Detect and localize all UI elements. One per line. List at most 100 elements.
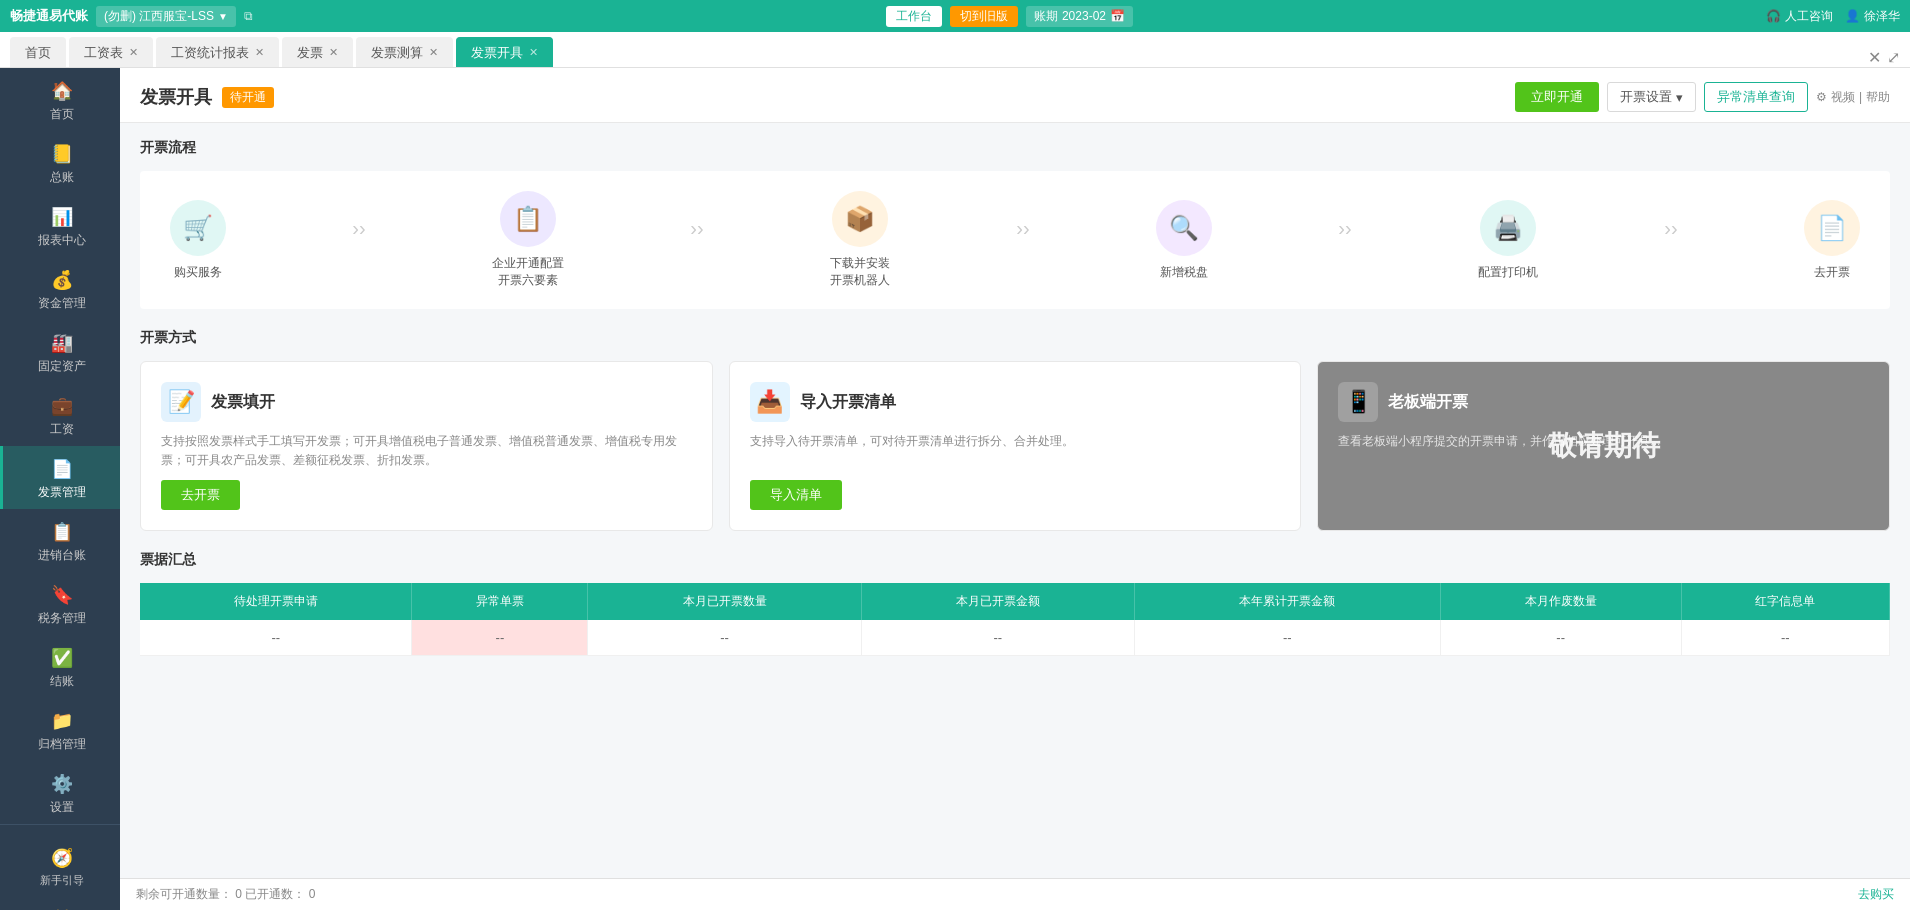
footer-info: 剩余可开通数量： 0 已开通数： 0 [136, 886, 315, 903]
remaining-label: 剩余可开通数量： [136, 887, 232, 901]
tab-invoice-tool[interactable]: 发票开具 ✕ [456, 37, 553, 67]
flow-step-add-tax[interactable]: 🔍 新增税盘 [1156, 200, 1212, 281]
tab-salary-table[interactable]: 工资表 ✕ [69, 37, 153, 67]
company-selector[interactable]: (勿删) 江西服宝-LSS ▼ [96, 6, 236, 27]
flow-step-config[interactable]: 📋 企业开通配置开票六要素 [492, 191, 564, 289]
cell-year-amount: -- [1134, 620, 1440, 656]
expand-icon[interactable]: ⤢ [1887, 48, 1900, 67]
close-all-icon[interactable]: ✕ [1868, 48, 1881, 67]
sidebar-label-fund: 资金管理 [38, 295, 86, 312]
sidebar-item-tax[interactable]: 🔖 税务管理 [0, 572, 120, 635]
sidebar-item-invoice-mgmt[interactable]: 📄 发票管理 [0, 446, 120, 509]
view-label: 视频 [1831, 89, 1855, 106]
user-icon: 👤 [1845, 9, 1860, 23]
tab-salary-table-close-icon[interactable]: ✕ [129, 46, 138, 59]
summary-header-row: 待处理开票申请 异常单票 本月已开票数量 本月已开票金额 本年累计开票金额 本月… [140, 583, 1890, 620]
goto-buy-link[interactable]: 去购买 [1858, 887, 1894, 901]
boss-title-row: 📱 老板端开票 [1338, 382, 1869, 422]
settlement-icon: ✅ [51, 647, 73, 669]
workspace-button[interactable]: 工作台 [886, 6, 942, 27]
sidebar-item-report[interactable]: 📊 报表中心 [0, 194, 120, 257]
content-body: 开票流程 🛒 购买服务 ›› 📋 企业开通配置开票六要素 ›› 📦 下载 [120, 123, 1910, 692]
flow-step-buy-service[interactable]: 🛒 购买服务 [170, 200, 226, 281]
tab-invoice-calc-label: 发票测算 [371, 44, 423, 62]
flow-step-download[interactable]: 📦 下载并安装开票机器人 [830, 191, 890, 289]
fund-icon: 💰 [51, 269, 73, 291]
page-header: 发票开具 待开通 立即开通 开票设置 ▾ 异常清单查询 ⚙ 视频 | 帮助 [120, 68, 1910, 123]
abnormal-list-button[interactable]: 异常清单查询 [1704, 82, 1808, 112]
manual-go-button[interactable]: 去开票 [161, 480, 240, 510]
sidebar-item-settlement[interactable]: ✅ 结账 [0, 635, 120, 698]
settings-circle-icon: ⚙ [1816, 90, 1827, 104]
make-invoice-icon: 📄 [1804, 200, 1860, 256]
sidebar-item-purchase[interactable]: 📋 进销台账 [0, 509, 120, 572]
page-footer: 剩余可开通数量： 0 已开通数： 0 去购买 [120, 878, 1910, 910]
sidebar-label-guide: 新手引导 [40, 873, 84, 888]
flow-section: 开票流程 🛒 购买服务 ›› 📋 企业开通配置开票六要素 ›› 📦 下载 [140, 139, 1890, 309]
manual-card-desc: 支持按照发票样式手工填写开发票；可开具增值税电子普通发票、增值税普通发票、增值税… [161, 432, 692, 470]
tab-invoice[interactable]: 发票 ✕ [282, 37, 353, 67]
switch-old-button[interactable]: 切到旧版 [950, 6, 1018, 27]
sidebar-item-member[interactable]: 👑 畅会员 [0, 896, 120, 910]
manual-title-row: 📝 发票填开 [161, 382, 692, 422]
print-icon: 🖨️ [1480, 200, 1536, 256]
sidebar-item-guide[interactable]: 🧭 新手引导 [0, 835, 120, 896]
sidebar-label-tax: 税务管理 [38, 610, 86, 627]
col-month-count: 本月已开票数量 [588, 583, 861, 620]
home-icon: 🏠 [51, 80, 73, 102]
tab-salary-report-close-icon[interactable]: ✕ [255, 46, 264, 59]
ledger-icon: 📒 [51, 143, 73, 165]
import-card-title: 导入开票清单 [800, 392, 896, 413]
add-tax-icon: 🔍 [1156, 200, 1212, 256]
top-bar: 畅捷通易代账 (勿删) 江西服宝-LSS ▼ ⧉ 工作台 切到旧版 账期 202… [0, 0, 1910, 32]
method-card-manual: 📝 发票填开 支持按照发票样式手工填写开发票；可开具增值税电子普通发票、增值税普… [140, 361, 713, 531]
summary-section-title: 票据汇总 [140, 551, 1890, 569]
arrow-5: ›› [1538, 217, 1804, 264]
service-button[interactable]: 🎧 人工咨询 [1766, 8, 1833, 25]
page-title-row: 发票开具 待开通 [140, 85, 274, 109]
cell-pending: -- [140, 620, 412, 656]
guide-icon: 🧭 [51, 847, 73, 869]
tab-salary-report[interactable]: 工资统计报表 ✕ [156, 37, 279, 67]
settings-button[interactable]: 开票设置 ▾ [1607, 82, 1696, 112]
col-pending: 待处理开票申请 [140, 583, 412, 620]
company-name: (勿删) 江西服宝-LSS [104, 8, 214, 25]
tax-icon: 🔖 [51, 584, 73, 606]
top-bar-right: 🎧 人工咨询 👤 徐泽华 [1766, 8, 1900, 25]
summary-section: 票据汇总 待处理开票申请 异常单票 本月已开票数量 本月已开票金额 本年累计开票… [140, 551, 1890, 656]
app-logo: 畅捷通易代账 [10, 7, 88, 25]
sidebar-item-settings[interactable]: ⚙️ 设置 [0, 761, 120, 824]
download-label: 下载并安装开票机器人 [830, 255, 890, 289]
arrow-3: ›› [890, 217, 1156, 264]
sidebar-item-assets[interactable]: 🏭 固定资产 [0, 320, 120, 383]
method-section: 开票方式 📝 发票填开 支持按照发票样式手工填写开发票；可开具增值税电子普通发票… [140, 329, 1890, 531]
sidebar-item-home[interactable]: 🏠 首页 [0, 68, 120, 131]
salary-icon: 💼 [51, 395, 73, 417]
cell-month-amount: -- [861, 620, 1134, 656]
period-selector[interactable]: 账期 2023-02 📅 [1026, 6, 1133, 27]
flow-step-make-invoice[interactable]: 📄 去开票 [1804, 200, 1860, 281]
tab-invoice-tool-label: 发票开具 [471, 44, 523, 62]
tab-invoice-close-icon[interactable]: ✕ [329, 46, 338, 59]
tab-invoice-calc-close-icon[interactable]: ✕ [429, 46, 438, 59]
sidebar-label-settlement: 结账 [50, 673, 74, 690]
import-go-button[interactable]: 导入清单 [750, 480, 842, 510]
top-bar-mid: 工作台 切到旧版 账期 2023-02 📅 [886, 6, 1133, 27]
method-section-title: 开票方式 [140, 329, 1890, 347]
sidebar-item-salary[interactable]: 💼 工资 [0, 383, 120, 446]
sidebar-item-fund[interactable]: 💰 资金管理 [0, 257, 120, 320]
tab-invoice-calc[interactable]: 发票测算 ✕ [356, 37, 453, 67]
user-menu[interactable]: 👤 徐泽华 [1845, 8, 1900, 25]
flow-step-print[interactable]: 🖨️ 配置打印机 [1478, 200, 1538, 281]
col-red-info: 红字信息单 [1681, 583, 1889, 620]
assets-icon: 🏭 [51, 332, 73, 354]
sidebar-item-ledger[interactable]: 📒 总账 [0, 131, 120, 194]
copy-icon[interactable]: ⧉ [244, 9, 253, 23]
arrow-1: ›› [226, 217, 492, 264]
period-value: 2023-02 [1062, 9, 1106, 23]
immediate-open-button[interactable]: 立即开通 [1515, 82, 1599, 112]
sidebar-item-archive[interactable]: 📁 归档管理 [0, 698, 120, 761]
import-title-row: 📥 导入开票清单 [750, 382, 1281, 422]
tab-home[interactable]: 首页 [10, 37, 66, 67]
tab-invoice-tool-close-icon[interactable]: ✕ [529, 46, 538, 59]
